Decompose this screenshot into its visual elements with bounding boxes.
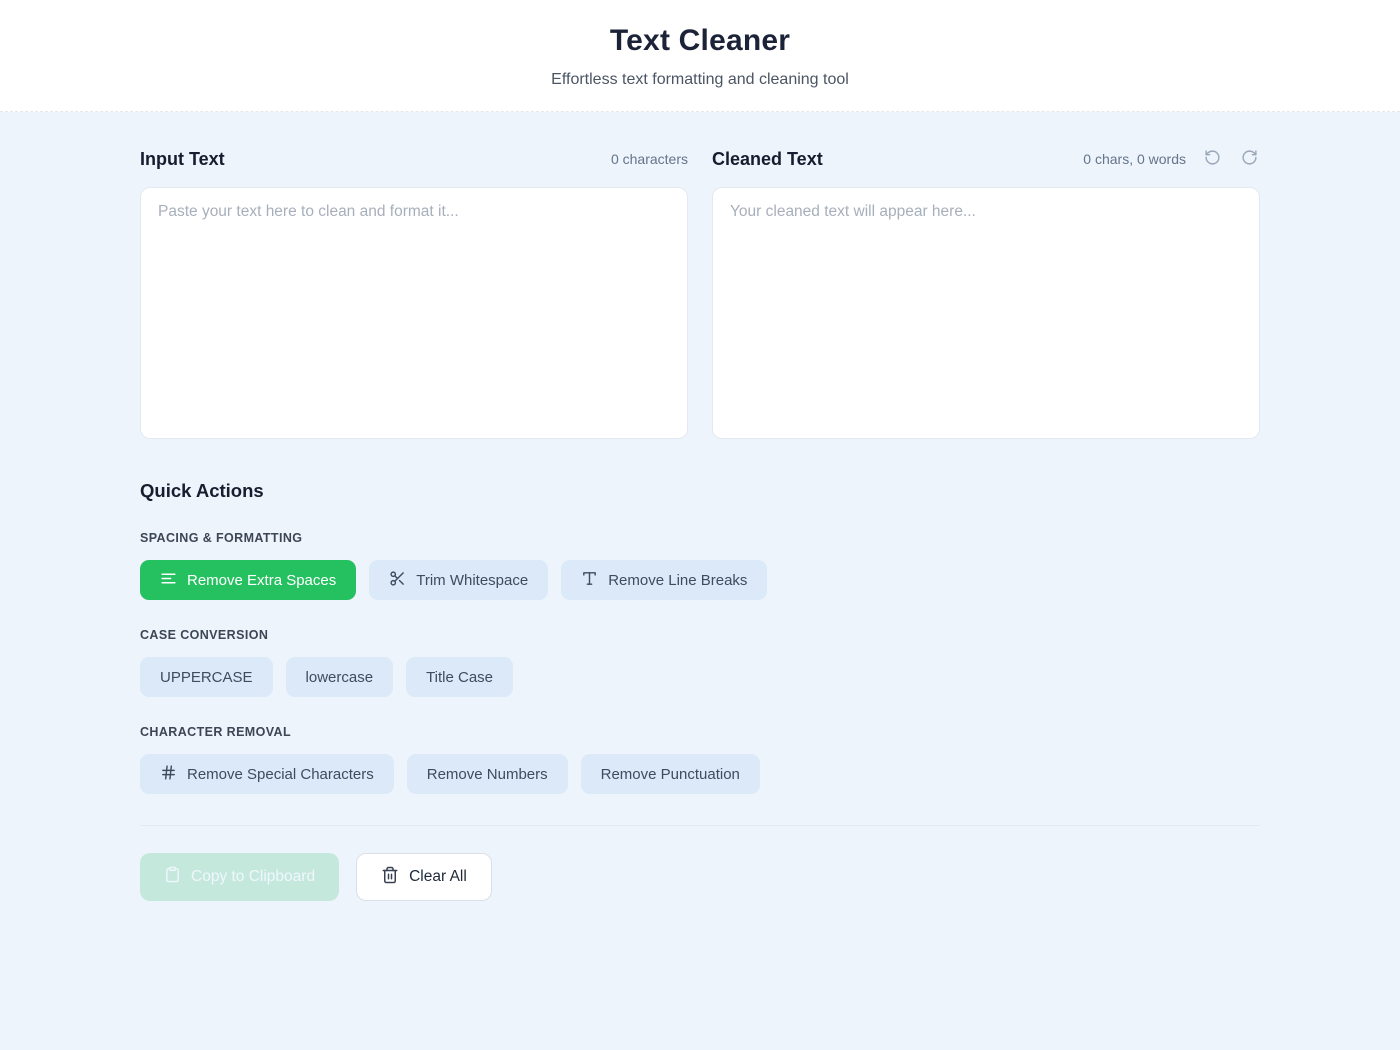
button-label: Remove Punctuation [600,765,740,783]
removal-button-row: Remove Special Characters Remove Numbers… [140,754,1260,794]
output-word-count: 0 chars, 0 words [1083,151,1186,167]
input-panel-title: Input Text [140,148,225,169]
text-panels: Input Text 0 characters Cleaned Text 0 c… [140,146,1260,444]
undo-button[interactable] [1202,147,1223,171]
remove-special-characters-button[interactable]: Remove Special Characters [140,754,394,794]
group-spacing-formatting: SPACING & FORMATTING Remove Extra Spaces [140,531,1260,600]
clear-all-button[interactable]: Clear All [356,853,492,901]
group-label-case: CASE CONVERSION [140,628,269,642]
button-label: Trim Whitespace [416,571,529,589]
button-label: lowercase [305,668,374,686]
page-subtitle: Effortless text formatting and cleaning … [551,71,849,88]
redo-button[interactable] [1239,147,1260,171]
button-label: UPPERCASE [160,668,253,686]
scissors-icon [389,570,406,591]
align-lines-icon [160,570,177,591]
output-textarea[interactable] [712,187,1260,439]
trash-icon [381,866,399,889]
lowercase-button[interactable]: lowercase [285,657,394,697]
spacing-button-row: Remove Extra Spaces Trim Whitespace Remo… [140,560,1260,600]
button-label: Remove Extra Spaces [187,571,337,589]
button-label: Remove Line Breaks [608,571,748,589]
page-title: Text Cleaner [609,24,791,57]
remove-extra-spaces-button[interactable]: Remove Extra Spaces [140,560,357,600]
quick-actions-section: Quick Actions SPACING & FORMATTING Remov… [140,480,1260,961]
button-label: Remove Special Characters [187,765,374,783]
quick-actions-title: Quick Actions [140,480,264,501]
output-panel-title: Cleaned Text [712,148,823,169]
case-button-row: UPPERCASE lowercase Title Case [140,657,1260,697]
group-case-conversion: CASE CONVERSION UPPERCASE lowercase Titl… [140,628,1260,697]
output-panel-meta: 0 chars, 0 words [1083,147,1260,171]
remove-line-breaks-button[interactable]: Remove Line Breaks [561,560,768,600]
clipboard-icon [164,866,181,888]
footer-actions: Copy to Clipboard Clear All [140,853,1260,961]
input-panel: Input Text 0 characters [140,146,688,444]
button-label: Title Case [426,668,494,686]
copy-to-clipboard-button[interactable]: Copy to Clipboard [140,853,340,901]
app-header: Text Cleaner Effortless text formatting … [0,0,1400,112]
remove-numbers-button[interactable]: Remove Numbers [406,754,568,794]
output-panel-header: Cleaned Text 0 chars, 0 words [712,146,1260,172]
undo-icon [1204,149,1221,169]
redo-icon [1241,149,1258,169]
trim-whitespace-button[interactable]: Trim Whitespace [369,560,549,600]
type-icon [581,570,598,591]
footer-divider [140,825,1260,826]
main-content: Input Text 0 characters Cleaned Text 0 c… [140,112,1260,961]
button-label: Remove Numbers [426,765,548,783]
output-panel: Cleaned Text 0 chars, 0 words [712,146,1260,444]
group-label-spacing: SPACING & FORMATTING [140,531,303,545]
input-panel-header: Input Text 0 characters [140,146,688,172]
group-character-removal: CHARACTER REMOVAL Remove Special Charact… [140,725,1260,794]
input-textarea[interactable] [140,187,688,439]
uppercase-button[interactable]: UPPERCASE [140,657,273,697]
button-label: Copy to Clipboard [191,868,316,885]
input-char-count: 0 characters [610,151,688,167]
hash-icon [160,764,177,785]
remove-punctuation-button[interactable]: Remove Punctuation [580,754,760,794]
button-label: Clear All [409,868,467,885]
group-label-removal: CHARACTER REMOVAL [140,725,292,739]
title-case-button[interactable]: Title Case [406,657,514,697]
